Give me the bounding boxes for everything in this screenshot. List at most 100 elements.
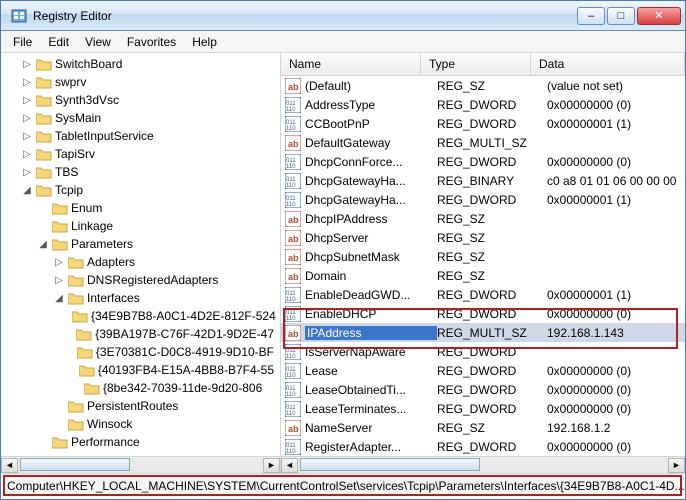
close-button[interactable]: ✕: [637, 7, 681, 25]
tree-item[interactable]: ▷SysMain: [1, 109, 280, 127]
highlight-box-status: [3, 475, 682, 496]
expand-icon[interactable]: ▷: [21, 77, 33, 88]
value-row[interactable]: IsServerNapAwareREG_DWORD: [281, 342, 685, 361]
value-row[interactable]: IPAddressREG_MULTI_SZ192.168.1.143: [281, 323, 685, 342]
value-row[interactable]: AddressTypeREG_DWORD0x00000000 (0): [281, 95, 685, 114]
value-row[interactable]: DhcpConnForce...REG_DWORD0x00000000 (0): [281, 152, 685, 171]
tree-item[interactable]: {40193FB4-E15A-4BB8-B7F4-55: [1, 361, 280, 379]
menu-help[interactable]: Help: [184, 33, 225, 51]
cell-type: REG_SZ: [437, 212, 547, 226]
tree-item[interactable]: ◢Tcpip: [1, 181, 280, 199]
value-row[interactable]: DefaultGatewayREG_MULTI_SZ: [281, 133, 685, 152]
cell-type: REG_DWORD: [437, 117, 547, 131]
expand-icon[interactable]: ▷: [21, 113, 33, 124]
value-row[interactable]: DhcpGatewayHa...REG_DWORD0x00000001 (1): [281, 190, 685, 209]
tree-item[interactable]: Performance: [1, 433, 280, 451]
col-type[interactable]: Type: [421, 53, 531, 75]
cell-type: REG_DWORD: [437, 345, 547, 359]
expand-icon[interactable]: ▷: [21, 59, 33, 70]
binary-value-icon: [285, 363, 301, 379]
folder-icon: [68, 417, 84, 431]
value-row[interactable]: RegisterAdapter...REG_DWORD0x00000000 (0…: [281, 437, 685, 456]
col-name[interactable]: Name: [281, 53, 421, 75]
cell-name: IsServerNapAware: [305, 345, 437, 359]
tree-item[interactable]: {3E70381C-D0C8-4919-9D10-BF: [1, 343, 280, 361]
scroll-right-icon[interactable]: ►: [263, 458, 280, 473]
value-row[interactable]: CCBootPnPREG_DWORD0x00000001 (1): [281, 114, 685, 133]
expand-icon[interactable]: ▷: [21, 167, 33, 178]
cell-type: REG_DWORD: [437, 364, 547, 378]
tree-item[interactable]: ▷SwitchBoard: [1, 55, 280, 73]
folder-icon: [36, 129, 52, 143]
tree-pane[interactable]: ▷SwitchBoard▷swprv▷Synth3dVsc▷SysMain▷Ta…: [1, 53, 281, 473]
tree-item[interactable]: ◢Interfaces: [1, 289, 280, 307]
tree-item[interactable]: ▷TBS: [1, 163, 280, 181]
expand-icon[interactable]: ▷: [53, 275, 65, 286]
list-hscroll[interactable]: ◄ ►: [281, 456, 685, 473]
tree-item[interactable]: Enum: [1, 199, 280, 217]
menu-view[interactable]: View: [77, 33, 119, 51]
tree-item[interactable]: ▷swprv: [1, 73, 280, 91]
cell-data: 0x00000001 (1): [547, 193, 685, 207]
cell-type: REG_SZ: [437, 231, 547, 245]
collapse-icon[interactable]: ◢: [21, 185, 33, 196]
tree-item[interactable]: {39BA197B-C76F-42D1-9D2E-47: [1, 325, 280, 343]
value-row[interactable]: DhcpIPAddressREG_SZ: [281, 209, 685, 228]
value-row[interactable]: EnableDeadGWD...REG_DWORD0x00000001 (1): [281, 285, 685, 304]
tree-item[interactable]: ▷TapiSrv: [1, 145, 280, 163]
expand-icon[interactable]: ▷: [21, 131, 33, 142]
binary-value-icon: [285, 401, 301, 417]
tree-item[interactable]: ▷Synth3dVsc: [1, 91, 280, 109]
value-row[interactable]: EnableDHCPREG_DWORD0x00000000 (0): [281, 304, 685, 323]
cell-data: 0x00000001 (1): [547, 288, 685, 302]
tree-item-label: DNSRegisteredAdapters: [87, 273, 218, 287]
tree-hscroll[interactable]: ◄ ►: [1, 456, 280, 473]
folder-icon: [36, 147, 52, 161]
tree-item[interactable]: {34E9B7B8-A0C1-4D2E-812F-524: [1, 307, 280, 325]
scroll-left-icon[interactable]: ◄: [281, 458, 298, 473]
menu-file[interactable]: File: [5, 33, 40, 51]
cell-data: 0x00000001 (1): [547, 117, 685, 131]
values-pane[interactable]: Name Type Data (Default)REG_SZ(value not…: [281, 53, 685, 473]
folder-icon: [52, 201, 68, 215]
value-row[interactable]: LeaseTerminates...REG_DWORD0x00000000 (0…: [281, 399, 685, 418]
cell-type: REG_DWORD: [437, 193, 547, 207]
tree-item-label: {40193FB4-E15A-4BB8-B7F4-55: [98, 363, 274, 377]
tree-item[interactable]: ▷ DNSRegisteredAdapters: [1, 271, 280, 289]
tree-item[interactable]: ▷TabletInputService: [1, 127, 280, 145]
folder-icon: [77, 345, 93, 359]
minimize-button[interactable]: –: [577, 7, 605, 25]
tree-item[interactable]: ▷Adapters: [1, 253, 280, 271]
value-row[interactable]: LeaseREG_DWORD0x00000000 (0): [281, 361, 685, 380]
tree-item[interactable]: Winsock: [1, 415, 280, 433]
value-row[interactable]: DomainREG_SZ: [281, 266, 685, 285]
value-row[interactable]: DhcpServerREG_SZ: [281, 228, 685, 247]
tree-item[interactable]: {8be342-7039-11de-9d20-806: [1, 379, 280, 397]
maximize-button[interactable]: □: [607, 7, 635, 25]
collapse-icon[interactable]: ◢: [53, 293, 65, 304]
cell-name: Domain: [305, 269, 437, 283]
value-row[interactable]: NameServerREG_SZ192.168.1.2: [281, 418, 685, 437]
tree-item-label: {39BA197B-C76F-42D1-9D2E-47: [95, 327, 274, 341]
value-row[interactable]: LeaseObtainedTi...REG_DWORD0x00000000 (0…: [281, 380, 685, 399]
value-row[interactable]: (Default)REG_SZ(value not set): [281, 76, 685, 95]
tree-item[interactable]: ◢Parameters: [1, 235, 280, 253]
menu-edit[interactable]: Edit: [40, 33, 77, 51]
tree-item-label: Linkage: [71, 219, 113, 233]
tree-item[interactable]: Linkage: [1, 217, 280, 235]
expand-icon[interactable]: ▷: [21, 95, 33, 106]
binary-value-icon: [285, 439, 301, 455]
scroll-right-icon[interactable]: ►: [668, 458, 685, 473]
col-data[interactable]: Data: [531, 53, 685, 75]
expand-icon[interactable]: ▷: [53, 257, 65, 268]
tree-item-label: Performance: [71, 435, 140, 449]
value-row[interactable]: DhcpGatewayHa...REG_BINARYc0 a8 01 01 06…: [281, 171, 685, 190]
regedit-icon: [11, 8, 27, 24]
value-row[interactable]: DhcpSubnetMaskREG_SZ: [281, 247, 685, 266]
expand-icon[interactable]: ▷: [21, 149, 33, 160]
tree-item-label: Winsock: [87, 417, 132, 431]
tree-item[interactable]: PersistentRoutes: [1, 397, 280, 415]
collapse-icon[interactable]: ◢: [37, 239, 49, 250]
scroll-left-icon[interactable]: ◄: [1, 458, 18, 473]
menu-favorites[interactable]: Favorites: [119, 33, 184, 51]
